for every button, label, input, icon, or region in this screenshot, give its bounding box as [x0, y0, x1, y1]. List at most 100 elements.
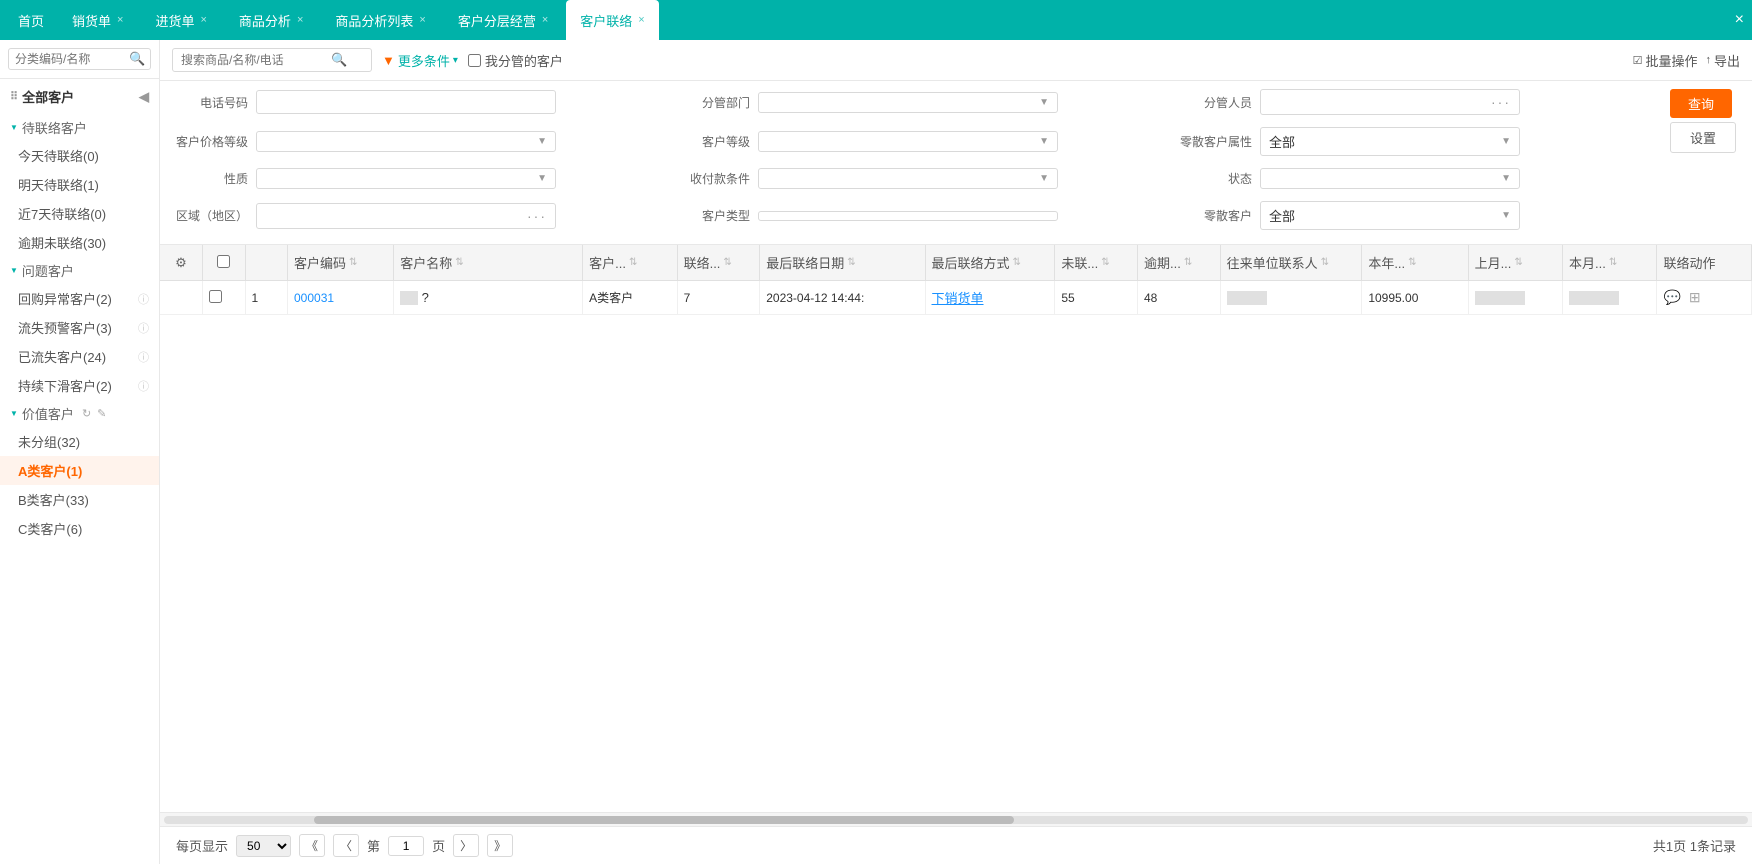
- filter-search-input[interactable]: [181, 53, 331, 67]
- sidebar-item-churn-warning[interactable]: 流失预警客户(3) ⓘ: [0, 313, 159, 342]
- page-number-input[interactable]: [388, 836, 424, 856]
- sort-last-month-icon[interactable]: ⇅: [1514, 257, 1522, 268]
- sidebar-search-icon[interactable]: 🔍: [129, 51, 145, 67]
- nav-tab-customer-contact[interactable]: 客户联络 ×: [566, 0, 658, 40]
- query-button[interactable]: 查询: [1670, 89, 1732, 118]
- sort-contacts-icon[interactable]: ⇅: [723, 257, 731, 268]
- filter-manager-select[interactable]: ···: [1260, 89, 1520, 115]
- refresh-icon[interactable]: ↻: [82, 407, 91, 420]
- sort-level-icon[interactable]: ⇅: [629, 257, 637, 268]
- sort-code-icon[interactable]: ⇅: [349, 257, 357, 268]
- filter-status-select[interactable]: ▼: [1260, 168, 1520, 189]
- sort-overdue-icon[interactable]: ⇅: [1184, 257, 1192, 268]
- close-tab-analysis-list[interactable]: ×: [419, 14, 425, 26]
- last-page-button[interactable]: 》: [487, 834, 513, 857]
- row-level-cell: A类客户: [583, 281, 677, 315]
- sort-uncontacted-icon[interactable]: ⇅: [1101, 257, 1109, 268]
- row-checkbox[interactable]: [209, 290, 222, 303]
- filter-cust-level-select[interactable]: ▼: [758, 131, 1058, 152]
- close-tab-purchase[interactable]: ×: [200, 14, 206, 26]
- section-value-customers: ▼ 价值客户 ↻ ✎: [0, 400, 159, 427]
- sort-this-month-icon[interactable]: ⇅: [1609, 257, 1617, 268]
- sort-name-icon[interactable]: ⇅: [455, 257, 463, 268]
- close-tab-customer-contact[interactable]: ×: [638, 14, 644, 26]
- close-tab-customer-tier[interactable]: ×: [542, 14, 548, 26]
- scroll-thumb[interactable]: [314, 816, 1014, 824]
- close-all-tabs[interactable]: ×: [1735, 11, 1744, 29]
- sort-date-icon[interactable]: ⇅: [847, 257, 855, 268]
- page-size-select[interactable]: 50 100 200: [236, 835, 291, 857]
- sidebar-collapse-icon[interactable]: ◀: [139, 89, 149, 105]
- close-tab-analysis[interactable]: ×: [297, 14, 303, 26]
- close-tab-sales[interactable]: ×: [117, 14, 123, 26]
- my-customers-check-input[interactable]: [468, 54, 481, 67]
- filter-retail-select[interactable]: 全部 ▼: [1260, 201, 1520, 230]
- horizontal-scrollbar[interactable]: [160, 812, 1752, 826]
- filter-dept-select[interactable]: ▼: [758, 92, 1058, 113]
- grid-action-icon[interactable]: ⊞: [1689, 289, 1701, 306]
- filter-region-select[interactable]: ···: [256, 203, 556, 229]
- sidebar-item-tomorrow[interactable]: 明天待联络(1): [0, 170, 159, 199]
- sidebar-all-customers[interactable]: ⠿ 全部客户 ◀: [0, 79, 159, 114]
- first-page-button[interactable]: 《: [299, 834, 325, 857]
- sidebar-item-c-class[interactable]: C类客户(6): [0, 514, 159, 543]
- nav-tab-analysis[interactable]: 商品分析 ×: [225, 0, 317, 40]
- row-code-cell[interactable]: 000031: [288, 281, 394, 315]
- more-filters-button[interactable]: ▼ 更多条件 ▾: [382, 51, 458, 70]
- customer-table-area: ⚙ 客户编码 ⇅: [160, 245, 1752, 812]
- row-last-method-cell[interactable]: 下销货单: [925, 281, 1055, 315]
- filter-price-select[interactable]: ▼: [256, 131, 556, 152]
- filter-retail-attr-select[interactable]: 全部 ▼: [1260, 127, 1520, 156]
- filter-payment-select[interactable]: ▼: [758, 168, 1058, 189]
- prev-page-button[interactable]: 〈: [333, 834, 359, 857]
- sort-unit-icon[interactable]: ⇅: [1321, 257, 1329, 268]
- nav-home[interactable]: 首页: [8, 11, 54, 30]
- my-customers-checkbox[interactable]: 我分管的客户: [468, 51, 563, 70]
- retail-arrow: ▼: [1501, 210, 1511, 221]
- chat-icon[interactable]: 💬: [1663, 289, 1680, 306]
- nav-tab-sales[interactable]: 销货单 ×: [58, 0, 137, 40]
- filter-nature-select[interactable]: ▼: [256, 168, 556, 189]
- col-settings: ⚙: [160, 245, 203, 281]
- sidebar-item-b-class[interactable]: B类客户(33): [0, 485, 159, 514]
- sidebar-item-declining[interactable]: 持续下滑客户(2) ⓘ: [0, 371, 159, 400]
- last-method-link[interactable]: 下销货单: [932, 291, 984, 306]
- filter-cust-type-select[interactable]: [758, 211, 1058, 221]
- select-all-checkbox[interactable]: [217, 255, 230, 268]
- sort-year-icon[interactable]: ⇅: [1408, 257, 1416, 268]
- sidebar-item-repurchase-abnormal[interactable]: 回购异常客户(2) ⓘ: [0, 284, 159, 313]
- table-settings-icon[interactable]: ⚙: [175, 255, 187, 270]
- row-last-month-cell: [1468, 281, 1562, 315]
- filter-search-box[interactable]: 🔍: [172, 48, 372, 72]
- export-button[interactable]: ↑ 导出: [1705, 51, 1740, 70]
- section-triangle-1: ▼: [10, 123, 18, 132]
- nav-tab-purchase[interactable]: 进货单 ×: [141, 0, 220, 40]
- sidebar-item-churned[interactable]: 已流失客户(24) ⓘ: [0, 342, 159, 371]
- filter-cust-type-label: 客户类型: [678, 207, 758, 224]
- edit-groups-icon[interactable]: ✎: [97, 407, 106, 420]
- nav-tab-analysis-list[interactable]: 商品分析列表 ×: [321, 0, 439, 40]
- filter-retail-attr: 零散客户属性 全部 ▼: [1180, 127, 1662, 156]
- status-arrow: ▼: [1501, 173, 1511, 184]
- nav-tab-customer-tier[interactable]: 客户分层经营 ×: [444, 0, 562, 40]
- batch-ops-button[interactable]: ☑ 批量操作: [1633, 51, 1698, 70]
- sidebar-item-a-class[interactable]: A类客户(1): [0, 456, 159, 485]
- filter-phone-input[interactable]: [256, 90, 556, 114]
- settings-button[interactable]: 设置: [1670, 122, 1736, 153]
- name-color-block: [400, 291, 418, 305]
- filter-bar: 🔍 ▼ 更多条件 ▾ 我分管的客户 ☑ 批量操作 ↑ 导出: [160, 40, 1752, 81]
- filter-cust-level-label: 客户等级: [678, 133, 758, 150]
- sidebar-item-overdue[interactable]: 逾期未联络(30): [0, 228, 159, 257]
- sort-method-icon[interactable]: ⇅: [1013, 257, 1021, 268]
- filter-status-label: 状态: [1180, 170, 1260, 187]
- sidebar-item-7days[interactable]: 近7天待联络(0): [0, 199, 159, 228]
- filter-price-level: 客户价格等级 ▼: [176, 131, 658, 152]
- sidebar-item-today[interactable]: 今天待联络(0): [0, 141, 159, 170]
- filter-retail-label: 零散客户: [1180, 207, 1260, 224]
- scroll-track[interactable]: [164, 816, 1748, 824]
- filter-customer-level: 客户等级 ▼: [678, 131, 1160, 152]
- filter-search-icon[interactable]: 🔍: [331, 52, 347, 68]
- sidebar-item-ungrouped[interactable]: 未分组(32): [0, 427, 159, 456]
- next-page-button[interactable]: 〉: [453, 834, 479, 857]
- row-this-year-cell: 10995.00: [1362, 281, 1468, 315]
